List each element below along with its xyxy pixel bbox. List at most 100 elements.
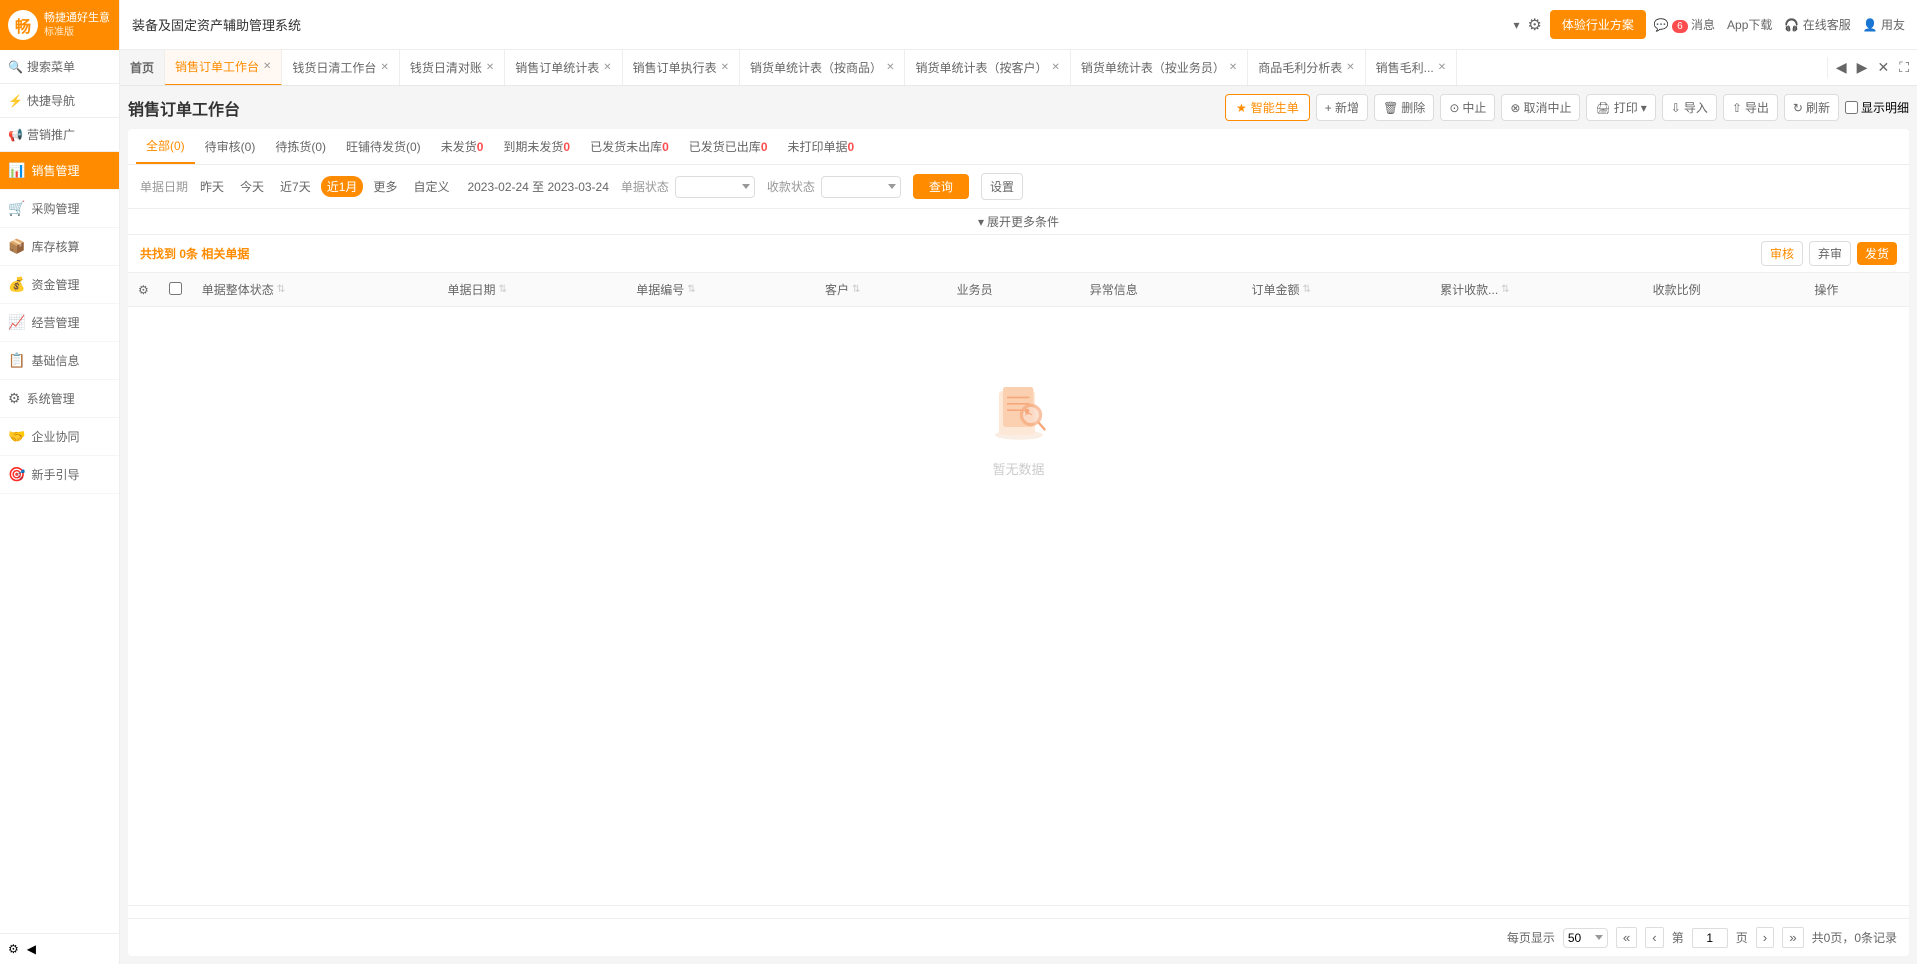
tab-sales-stats[interactable]: 销售订单统计表 ✕ [505, 50, 622, 86]
stop-btn[interactable]: ⊙ 中止 [1440, 94, 1495, 121]
tab-margin-analysis[interactable]: 商品毛利分析表 ✕ [1248, 50, 1365, 86]
date-custom[interactable]: 自定义 [407, 176, 455, 197]
th-settings[interactable]: ⚙ [128, 273, 159, 307]
cancel-stop-btn[interactable]: ⊗ 取消中止 [1501, 94, 1580, 121]
horizontal-scrollbar[interactable] [128, 905, 1909, 918]
online-service-link[interactable]: 🎧 在线客服 [1784, 16, 1850, 33]
sort-accumulated-icon[interactable]: ⇅ [1501, 284, 1509, 295]
tab-close-sales-exec[interactable]: ✕ [721, 62, 729, 73]
query-btn[interactable]: 查询 [913, 174, 969, 199]
tab-home[interactable]: 首页 [120, 50, 165, 86]
prev-page-btn[interactable]: ‹ [1645, 927, 1663, 948]
tab-close-invoice-product[interactable]: ✕ [886, 62, 894, 73]
export-btn[interactable]: ⇧ 导出 [1723, 94, 1778, 121]
system-icon: ⚙ [8, 390, 21, 407]
sidebar-item-finance[interactable]: 💰 资金管理 [0, 266, 119, 304]
tab-invoice-stats-product[interactable]: 销货单统计表（按商品） ✕ [740, 50, 905, 86]
app-download-link[interactable]: App下载 [1727, 16, 1772, 33]
show-detail-checkbox-label[interactable]: 显示明细 [1845, 99, 1909, 116]
page-size-select[interactable]: 10 20 50 100 [1563, 928, 1608, 948]
payment-select[interactable] [821, 176, 901, 198]
next-page-btn[interactable]: › [1756, 927, 1774, 948]
page-number-input[interactable] [1692, 928, 1728, 948]
tab-fullscreen[interactable]: ⛶ [1895, 57, 1913, 78]
sub-tab-not-shipped[interactable]: 未发货0 [431, 130, 494, 163]
sub-tab-pending-pick[interactable]: 待拣货(0) [265, 130, 336, 163]
tab-daily-clear[interactable]: 钱货日清工作台 ✕ [282, 50, 399, 86]
topbar-settings-icon[interactable]: ⚙ [1527, 15, 1541, 35]
review-btn[interactable]: 审核 [1761, 241, 1803, 266]
sub-tab-wangpu[interactable]: 旺铺待发货(0) [336, 130, 431, 163]
tab-close-reconciliation[interactable]: ✕ [486, 62, 494, 73]
sidebar-item-collab[interactable]: 🤝 企业协同 [0, 418, 119, 456]
tab-sales-exec[interactable]: 销售订单执行表 ✕ [623, 50, 740, 86]
sidebar-item-operations[interactable]: 📈 经营管理 [0, 304, 119, 342]
sub-tab-overdue-ship[interactable]: 到期未发货0 [493, 130, 580, 163]
sub-tab-pending-review[interactable]: 待审核(0) [195, 130, 266, 163]
tab-close-invoice-staff[interactable]: ✕ [1229, 62, 1237, 73]
guide-icon: 🎯 [8, 466, 25, 483]
print-btn[interactable]: 🖨 打印 ▾ [1586, 94, 1655, 121]
sub-tab-shipped-no-outbound[interactable]: 已发货未出库0 [580, 130, 679, 163]
expand-filter-btn[interactable]: ▾ 展开更多条件 [978, 213, 1059, 230]
sidebar-item-purchase[interactable]: 🛒 采购管理 [0, 190, 119, 228]
filter-setting-btn[interactable]: 设置 [981, 173, 1023, 200]
tab-sales-order-workbench[interactable]: 销售订单工作台 ✕ [165, 50, 282, 86]
message-icon[interactable]: 💬 6 消息 [1654, 16, 1715, 33]
select-all-checkbox[interactable] [169, 282, 182, 295]
scroll-content [128, 906, 1528, 918]
tab-nav-next[interactable]: ▶ [1853, 57, 1872, 78]
date-more[interactable]: 更多 [367, 176, 403, 197]
date-1month[interactable]: 近1月 [321, 176, 364, 197]
tab-close-invoice-customer[interactable]: ✕ [1051, 62, 1059, 73]
sort-overall-status-icon[interactable]: ⇅ [277, 284, 285, 295]
sidebar-settings-icon[interactable]: ⚙ [8, 942, 19, 956]
show-detail-checkbox[interactable] [1845, 101, 1858, 114]
date-today[interactable]: 今天 [234, 176, 270, 197]
tab-nav-buttons: ◀ ▶ ✕ ⛶ [1827, 57, 1917, 78]
sidebar-item-basic-info[interactable]: 📋 基础信息 [0, 342, 119, 380]
smart-order-btn[interactable]: ★ 智能生单 [1225, 94, 1310, 121]
tab-invoice-stats-staff[interactable]: 销货单统计表（按业务员） ✕ [1071, 50, 1248, 86]
tab-invoice-stats-customer[interactable]: 销货单统计表（按客户） ✕ [905, 50, 1070, 86]
sidebar-item-sales[interactable]: 📊 销售管理 [0, 152, 119, 190]
system-dropdown-icon[interactable]: ▾ [1513, 18, 1519, 32]
tab-close-sales-margin[interactable]: ✕ [1438, 62, 1446, 73]
sub-tab-no-print[interactable]: 未打印单据0 [778, 130, 865, 163]
import-btn[interactable]: ⇩ 导入 [1662, 94, 1717, 121]
tab-close-sales-stats[interactable]: ✕ [603, 62, 611, 73]
sidebar-item-guide[interactable]: 🎯 新手引导 [0, 456, 119, 494]
sidebar-item-quick-nav[interactable]: ⚡ 快捷导航 [0, 84, 119, 118]
first-page-btn[interactable]: « [1616, 927, 1637, 948]
sub-tab-shipped-outbound[interactable]: 已发货已出库0 [679, 130, 778, 163]
tab-sales-margin[interactable]: 销售毛利... ✕ [1366, 50, 1457, 86]
sub-tab-all[interactable]: 全部(0) [136, 129, 195, 164]
tab-nav-prev[interactable]: ◀ [1832, 57, 1851, 78]
date-yesterday[interactable]: 昨天 [194, 176, 230, 197]
sidebar-collapse-icon[interactable]: ◀ [27, 942, 36, 956]
sidebar-item-inventory[interactable]: 📦 库存核算 [0, 228, 119, 266]
add-btn[interactable]: + 新增 [1316, 94, 1368, 121]
tab-close-all[interactable]: ✕ [1873, 57, 1893, 78]
tab-close-margin-analysis[interactable]: ✕ [1346, 62, 1354, 73]
industry-btn[interactable]: 体验行业方案 [1550, 10, 1646, 39]
refresh-btn[interactable]: ↻ 刷新 [1784, 94, 1839, 121]
sort-number-icon[interactable]: ⇅ [687, 284, 695, 295]
tab-close-sales-order[interactable]: ✕ [263, 61, 271, 72]
cancel-review-btn[interactable]: 弃审 [1809, 241, 1851, 266]
sub-tabs: 全部(0) 待审核(0) 待拣货(0) 旺铺待发货(0) 未发货0 到期未发货0… [128, 129, 1909, 165]
tab-close-daily-clear[interactable]: ✕ [380, 62, 388, 73]
sidebar-item-search[interactable]: 🔍 搜索菜单 [0, 50, 119, 84]
tab-reconciliation[interactable]: 钱货日清对账 ✕ [400, 50, 505, 86]
sidebar-item-system[interactable]: ⚙ 系统管理 [0, 380, 119, 418]
sort-customer-icon[interactable]: ⇅ [852, 284, 860, 295]
user-avatar[interactable]: 👤 用友 [1863, 16, 1905, 33]
last-page-btn[interactable]: » [1782, 927, 1803, 948]
ship-btn[interactable]: 发货 [1857, 242, 1897, 265]
sidebar-item-marketing[interactable]: 📢 营销推广 [0, 118, 119, 152]
status-select[interactable] [675, 176, 755, 198]
sort-amount-icon[interactable]: ⇅ [1302, 284, 1310, 295]
date-7days[interactable]: 近7天 [274, 176, 317, 197]
delete-btn[interactable]: 🗑 删除 [1374, 94, 1434, 121]
sort-date-icon[interactable]: ⇅ [499, 284, 507, 295]
